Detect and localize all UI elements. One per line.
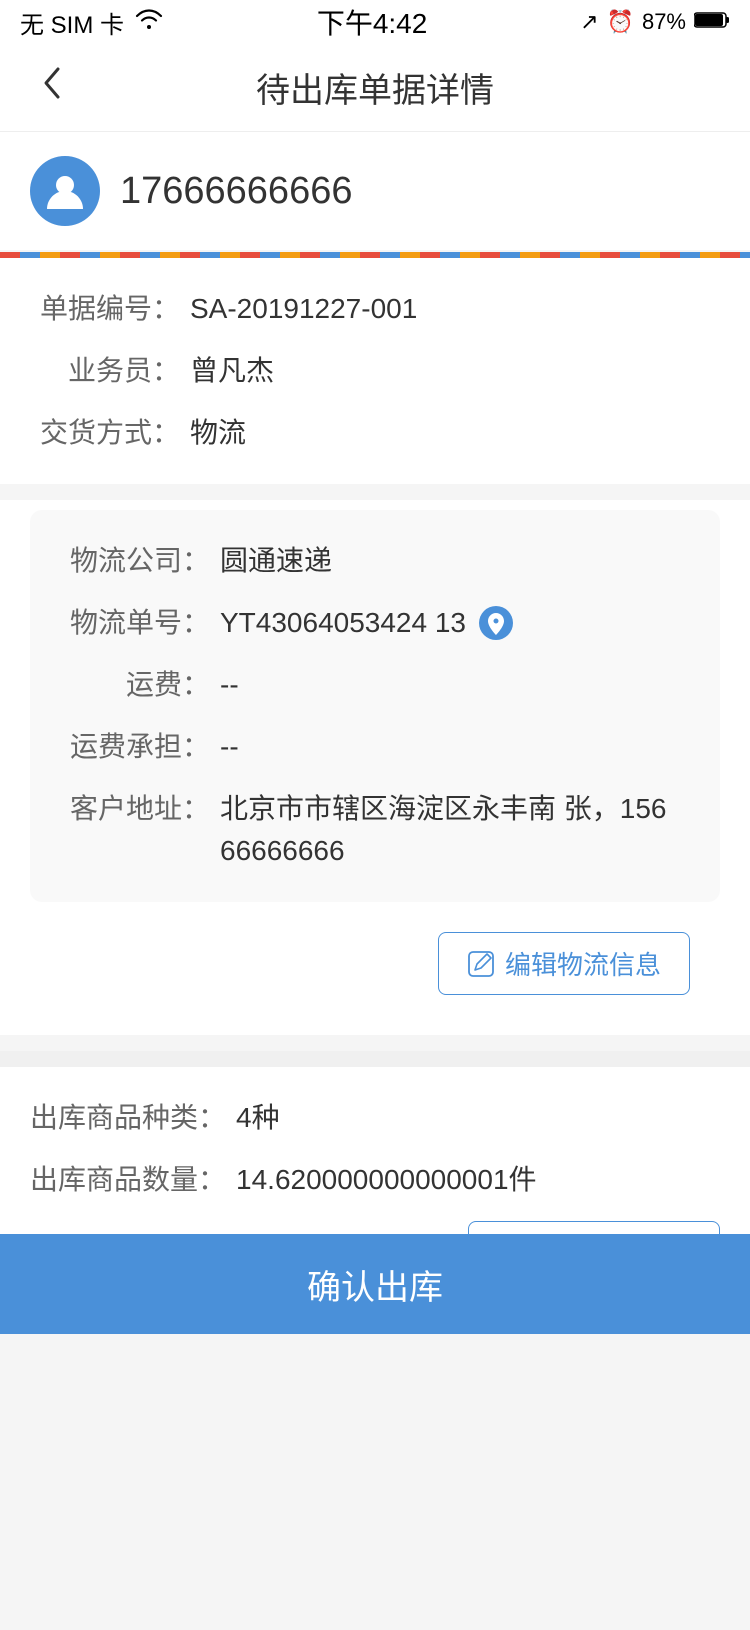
logistics-company-row: 物流公司： 圆通速递 [60, 540, 690, 582]
customer-header: 17666666666 [0, 132, 750, 250]
avatar [30, 156, 100, 226]
bottom-spacer [0, 1330, 750, 1530]
delivery-method-row: 交货方式： 物流 [30, 412, 720, 454]
goods-quantity-label: 出库商品数量： [30, 1159, 236, 1201]
freight-value: -- [220, 664, 690, 706]
document-number-value: SA-20191227-001 [190, 288, 720, 330]
freight-bearer-row: 运费承担： -- [60, 726, 690, 768]
freight-label: 运费： [60, 664, 220, 706]
status-bar-right: ↗ ⏰ 87% [580, 9, 730, 35]
goods-quantity-row: 出库商品数量： 14.620000000000001件 [30, 1159, 720, 1201]
address-label: 客户地址： [60, 788, 220, 830]
wifi-icon [134, 8, 164, 37]
address-row: 客户地址： 北京市市辖区海淀区永丰南 张，156 66666666 [60, 788, 690, 872]
status-bar: 无 SIM 卡 下午4:42 ↗ ⏰ 87% [0, 0, 750, 44]
document-number-label: 单据编号： [30, 288, 190, 330]
freight-bearer-label: 运费承担： [60, 726, 220, 768]
tracking-number-label: 物流单号： [60, 602, 220, 644]
sales-person-row: 业务员： 曾凡杰 [30, 350, 720, 392]
logistics-company-value: 圆通速递 [220, 540, 690, 582]
tracking-location-icon[interactable] [478, 605, 514, 641]
section-divider [0, 1051, 750, 1067]
freight-row: 运费： -- [60, 664, 690, 706]
sales-person-value: 曾凡杰 [190, 350, 720, 392]
logistics-section: 物流公司： 圆通速递 物流单号： YT43064053424 13 运费： [0, 500, 750, 1035]
logistics-card: 物流公司： 圆通速递 物流单号： YT43064053424 13 运费： [30, 510, 720, 902]
customer-phone: 17666666666 [120, 170, 352, 213]
carrier-label: 无 SIM 卡 [20, 5, 124, 40]
confirm-button[interactable]: 确认出库 [0, 1234, 750, 1334]
battery-label: 87% [642, 9, 686, 35]
edit-btn-wrap: 编辑物流信息 [30, 922, 720, 1005]
alarm-icon: ⏰ [607, 9, 634, 35]
goods-quantity-value: 14.620000000000001件 [236, 1159, 720, 1201]
delivery-method-value: 物流 [190, 412, 720, 454]
status-bar-left: 无 SIM 卡 [20, 5, 164, 40]
goods-type-row: 出库商品种类： 4种 [30, 1097, 720, 1139]
address-value: 北京市市辖区海淀区永丰南 张，156 66666666 [220, 788, 690, 872]
document-number-row: 单据编号： SA-20191227-001 [30, 288, 720, 330]
logistics-company-label: 物流公司： [60, 540, 220, 582]
freight-bearer-value: -- [220, 726, 690, 768]
delivery-method-label: 交货方式： [30, 412, 190, 454]
page-title: 待出库单据详情 [256, 63, 494, 112]
tracking-number-value: YT43064053424 13 [220, 602, 690, 644]
battery-icon [694, 9, 730, 35]
tracking-number-row: 物流单号： YT43064053424 13 [60, 602, 690, 644]
goods-type-label: 出库商品种类： [30, 1097, 236, 1139]
sales-person-label: 业务员： [30, 350, 190, 392]
order-info-section: 单据编号： SA-20191227-001 业务员： 曾凡杰 交货方式： 物流 [0, 258, 750, 484]
location-indicator: ↗ [580, 9, 598, 35]
edit-logistics-button[interactable]: 编辑物流信息 [438, 932, 690, 995]
back-button[interactable] [30, 53, 74, 122]
nav-bar: 待出库单据详情 [0, 44, 750, 132]
goods-type-value: 4种 [236, 1097, 720, 1139]
status-bar-time: 下午4:42 [317, 2, 428, 42]
